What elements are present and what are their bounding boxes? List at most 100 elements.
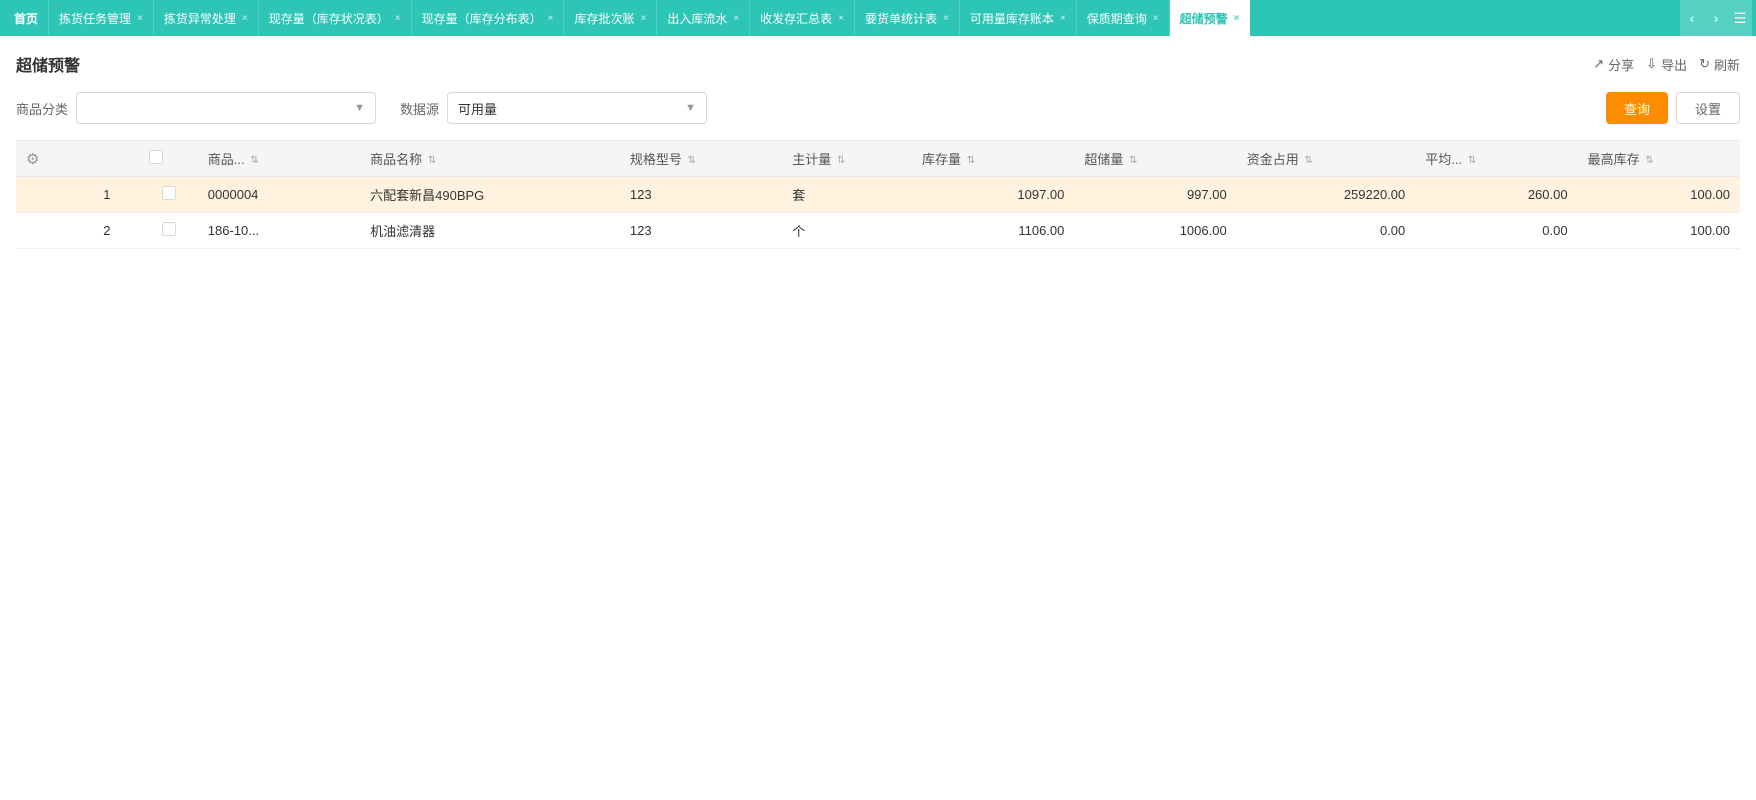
sort-icon: ⇅ <box>250 155 258 166</box>
th-max[interactable]: 最高库存 ⇅ <box>1578 141 1740 177</box>
row-fund: 0.00 <box>1237 213 1416 249</box>
row-name: 机油滤清器 <box>360 213 620 249</box>
share-label: 分享 <box>1608 55 1634 74</box>
row-name: 六配套新昌490BPG <box>360 177 620 213</box>
select-all-checkbox[interactable] <box>149 150 163 164</box>
chevron-down-icon: ▼ <box>685 102 696 114</box>
table-row: 2186-10...机油滤清器123个1106.001006.000.000.0… <box>16 213 1740 249</box>
close-tab-icon[interactable]: × <box>943 13 949 24</box>
nav-tab-available-account[interactable]: 可用量库存账本× <box>960 0 1077 36</box>
row-fund: 259220.00 <box>1237 177 1416 213</box>
top-navigation: 首页拣货任务管理×拣货异常处理×现存量（库存状况表）×现存量（库存分布表）×库存… <box>0 0 1756 36</box>
row-num: 2 <box>74 213 139 249</box>
th-unit[interactable]: 主计量 ⇅ <box>782 141 912 177</box>
row-checkbox[interactable] <box>162 186 176 200</box>
refresh-icon: ↻ <box>1699 56 1710 72</box>
row-spec: 123 <box>620 177 782 213</box>
share-button[interactable]: ↗ 分享 <box>1593 55 1634 74</box>
th-unit-label: 主计量 <box>792 152 831 167</box>
nav-tab-pick-exception[interactable]: 拣货异常处理× <box>154 0 259 36</box>
category-filter: 商品分类 ▼ <box>16 92 376 124</box>
th-avg-label: 平均... <box>1425 152 1462 167</box>
datasource-label: 数据源 <box>400 99 439 118</box>
sort-icon: ⇅ <box>1304 155 1312 166</box>
row-checkbox[interactable] <box>162 222 176 236</box>
close-tab-icon[interactable]: × <box>1234 13 1240 24</box>
row-unit: 个 <box>782 213 912 249</box>
sort-icon: ⇅ <box>688 155 696 166</box>
table-row: 10000004六配套新昌490BPG123套1097.00997.002592… <box>16 177 1740 213</box>
close-tab-icon[interactable]: × <box>1153 13 1159 24</box>
row-settings <box>16 213 74 249</box>
th-avg[interactable]: 平均... ⇅ <box>1415 141 1577 177</box>
th-num <box>74 141 139 177</box>
th-stock[interactable]: 库存量 ⇅ <box>912 141 1074 177</box>
th-name[interactable]: 商品名称 ⇅ <box>360 141 620 177</box>
close-tab-icon[interactable]: × <box>242 13 248 24</box>
row-checkbox-cell <box>139 213 197 249</box>
close-tab-icon[interactable]: × <box>733 13 739 24</box>
nav-prev-button[interactable]: ‹ <box>1680 0 1704 36</box>
th-stock-label: 库存量 <box>922 152 961 167</box>
refresh-label: 刷新 <box>1714 55 1740 74</box>
nav-next-button[interactable]: › <box>1704 0 1728 36</box>
nav-tab-stock-status[interactable]: 现存量（库存状况表）× <box>259 0 412 36</box>
close-tab-icon[interactable]: × <box>137 13 143 24</box>
category-label: 商品分类 <box>16 99 68 118</box>
export-button[interactable]: ⇩ 导出 <box>1646 55 1687 74</box>
th-spec[interactable]: 规格型号 ⇅ <box>620 141 782 177</box>
sort-icon: ⇅ <box>1645 155 1653 166</box>
th-code-label: 商品... <box>208 152 245 167</box>
data-table: ⚙ 商品... ⇅ 商品名称 ⇅ 规格型号 ⇅ <box>16 140 1740 249</box>
datasource-value: 可用量 <box>458 99 497 118</box>
table-header-row: ⚙ 商品... ⇅ 商品名称 ⇅ 规格型号 ⇅ <box>16 141 1740 177</box>
row-settings <box>16 177 74 213</box>
nav-tab-order-stat[interactable]: 要货单统计表× <box>855 0 960 36</box>
th-over-label: 超储量 <box>1084 152 1123 167</box>
nav-tab-inout-flow[interactable]: 出入库流水× <box>657 0 750 36</box>
refresh-button[interactable]: ↻ 刷新 <box>1699 55 1740 74</box>
header-actions: ↗ 分享 ⇩ 导出 ↻ 刷新 <box>1593 55 1740 74</box>
close-tab-icon[interactable]: × <box>548 13 554 24</box>
page-container: 超储预警 ↗ 分享 ⇩ 导出 ↻ 刷新 商品分类 ▼ 数据源 <box>0 36 1756 800</box>
th-spec-label: 规格型号 <box>630 152 682 167</box>
close-tab-icon[interactable]: × <box>838 13 844 24</box>
query-button[interactable]: 查询 <box>1606 92 1668 124</box>
th-fund[interactable]: 资金占用 ⇅ <box>1237 141 1416 177</box>
nav-tab-pick-task[interactable]: 拣货任务管理× <box>49 0 154 36</box>
export-label: 导出 <box>1661 55 1687 74</box>
row-over: 1006.00 <box>1074 213 1236 249</box>
th-settings: ⚙ <box>16 141 74 177</box>
th-checkbox <box>139 141 197 177</box>
datasource-select[interactable]: 可用量 ▼ <box>447 92 707 124</box>
nav-tab-stock-dist[interactable]: 现存量（库存分布表）× <box>412 0 565 36</box>
row-avg: 260.00 <box>1415 177 1577 213</box>
category-select[interactable]: ▼ <box>76 92 376 124</box>
nav-tab-stock-batch[interactable]: 库存批次账× <box>564 0 657 36</box>
row-code: 186-10... <box>198 213 360 249</box>
th-over[interactable]: 超储量 ⇅ <box>1074 141 1236 177</box>
settings-button[interactable]: 设置 <box>1676 92 1740 124</box>
row-spec: 123 <box>620 213 782 249</box>
export-icon: ⇩ <box>1646 56 1657 72</box>
close-tab-icon[interactable]: × <box>395 13 401 24</box>
row-avg: 0.00 <box>1415 213 1577 249</box>
row-num: 1 <box>74 177 139 213</box>
nav-tab-overstock-warning[interactable]: 超储预警× <box>1170 0 1251 36</box>
th-name-label: 商品名称 <box>370 152 422 167</box>
close-tab-icon[interactable]: × <box>1060 13 1066 24</box>
close-tab-icon[interactable]: × <box>640 13 646 24</box>
nav-tab-home[interactable]: 首页 <box>4 0 49 36</box>
th-code[interactable]: 商品... ⇅ <box>198 141 360 177</box>
nav-tab-quality-check[interactable]: 保质期查询× <box>1077 0 1170 36</box>
sort-icon: ⇅ <box>837 155 845 166</box>
share-icon: ↗ <box>1593 56 1604 72</box>
row-max: 100.00 <box>1578 213 1740 249</box>
page-header: 超储预警 ↗ 分享 ⇩ 导出 ↻ 刷新 <box>16 52 1740 76</box>
gear-icon[interactable]: ⚙ <box>26 151 39 168</box>
nav-tab-collect-summary[interactable]: 收发存汇总表× <box>750 0 855 36</box>
nav-more-button[interactable]: ☰ <box>1728 0 1752 36</box>
sort-icon: ⇅ <box>1468 155 1476 166</box>
row-over: 997.00 <box>1074 177 1236 213</box>
row-max: 100.00 <box>1578 177 1740 213</box>
